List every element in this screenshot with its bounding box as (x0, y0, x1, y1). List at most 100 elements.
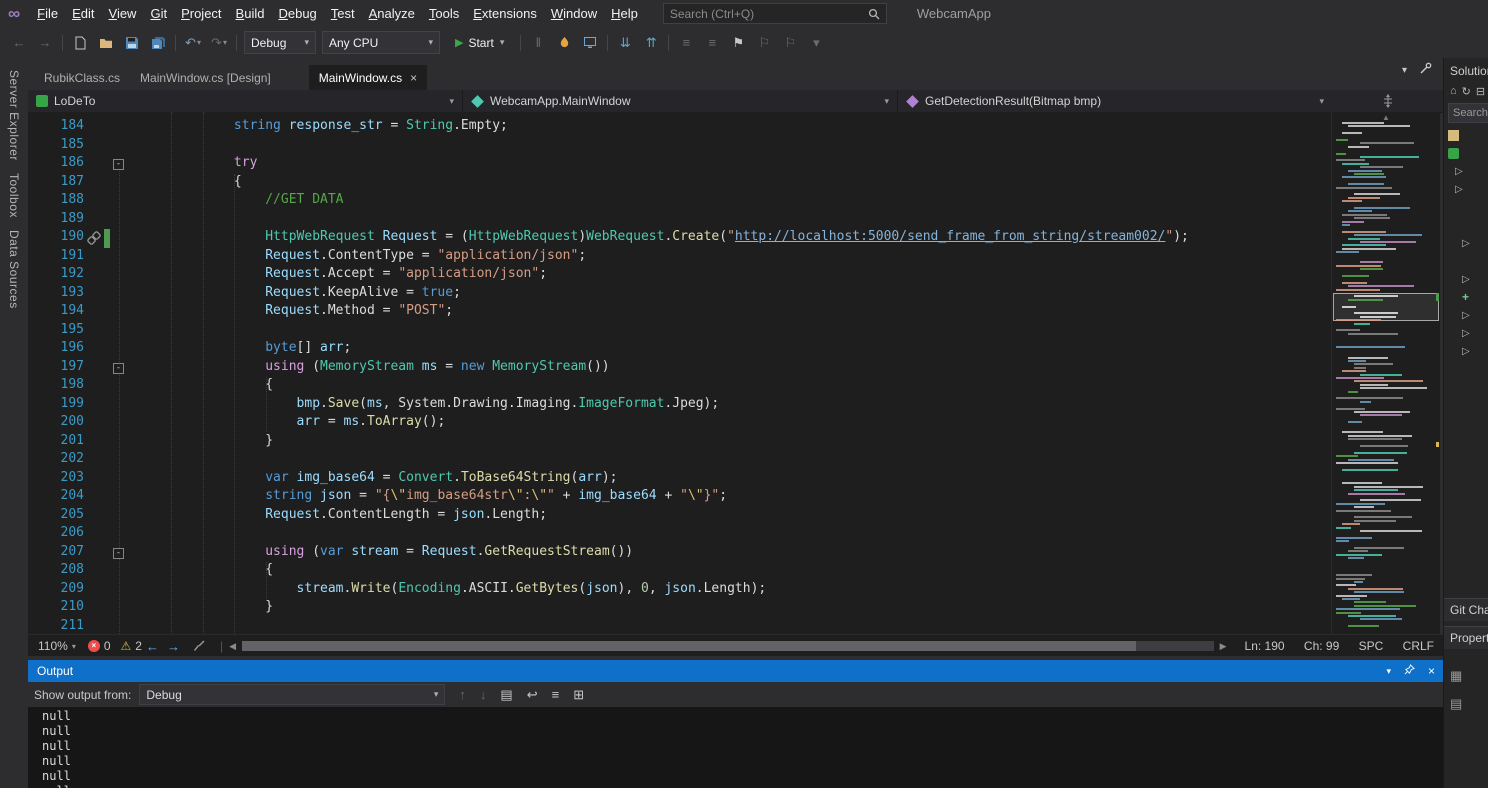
new-file-icon[interactable] (67, 36, 93, 50)
menu-debug[interactable]: Debug (271, 2, 323, 25)
solution-platforms-dropdown[interactable]: Any CPU ▾ (322, 31, 440, 54)
home-icon[interactable]: ⌂ (1450, 85, 1457, 97)
tab-rubikclass-cs[interactable]: RubikClass.cs (34, 65, 130, 90)
code-line-200[interactable]: 200 arr = ms.ToArray(); (28, 414, 1332, 433)
expand-arrow-icon[interactable]: ▷ (1462, 328, 1470, 339)
code-line-208[interactable]: 208 { (28, 562, 1332, 581)
code-line-196[interactable]: 196 byte[] arr; (28, 340, 1332, 359)
close-tab-icon[interactable]: × (410, 71, 417, 85)
side-tab-data-sources[interactable]: Data Sources (7, 230, 21, 309)
error-count[interactable]: 0 (104, 639, 111, 653)
member-dropdown[interactable]: GetDetectionResult(Bitmap bmp) ▾ (898, 90, 1332, 112)
collapse-region-icon[interactable]: - (113, 159, 124, 170)
code-line-184[interactable]: 184 string response_str = String.Empty; (28, 118, 1332, 137)
collapse-region-icon[interactable]: - (113, 362, 124, 374)
save-all-icon[interactable] (145, 36, 171, 50)
error-icon[interactable]: × (87, 640, 100, 652)
code-line-199[interactable]: 199 bmp.Save(ms, System.Drawing.Imaging.… (28, 396, 1332, 415)
output-content[interactable]: nullnullnullnullnullnull (28, 707, 1444, 788)
start-debugging-button[interactable]: ▶ Start ▾ (447, 32, 512, 53)
bookmark-icon[interactable]: ⚑ (725, 35, 751, 51)
next-issue-icon[interactable]: → (167, 639, 180, 654)
publish-icon[interactable]: ⇈ (638, 35, 664, 51)
tools-icon[interactable] (1419, 62, 1432, 80)
code-line-210[interactable]: 210 } (28, 599, 1332, 618)
split-window-handle[interactable] (1332, 90, 1444, 112)
tree-row[interactable]: ▷ (1444, 162, 1488, 180)
code-line-185[interactable]: 185 (28, 137, 1332, 156)
code-line-188[interactable]: 188 //GET DATA (28, 192, 1332, 211)
scroll-up-icon[interactable]: ▲ (1332, 113, 1440, 122)
open-folder-icon[interactable] (93, 36, 119, 50)
git-changes-header[interactable]: Git Changes (1444, 598, 1488, 621)
refresh-icon[interactable]: ↻ (1462, 85, 1471, 98)
next-bookmark-icon[interactable]: ⚐ (777, 35, 803, 51)
collapse-region-icon[interactable]: - (113, 547, 124, 559)
tab-mainwindow-cs-design[interactable]: MainWindow.cs [Design] (130, 65, 281, 90)
horizontal-scrollbar[interactable] (242, 641, 1214, 651)
word-wrap-icon[interactable]: ↩ (527, 687, 538, 703)
line-ending-indicator[interactable]: CRLF (1403, 639, 1434, 653)
output-title-bar[interactable]: Output ▾ × (28, 660, 1444, 682)
solution-search-input[interactable]: Search (1448, 103, 1488, 123)
tree-row[interactable]: ▷ (1444, 180, 1488, 198)
pin-icon[interactable] (1404, 664, 1415, 678)
project-dropdown[interactable]: LoDeTo ▾ (28, 90, 463, 112)
menu-help[interactable]: Help (604, 2, 645, 25)
global-search-input[interactable]: Search (Ctrl+Q) (662, 3, 887, 24)
code-line-190[interactable]: 190 HttpWebRequest Request = (HttpWebReq… (28, 229, 1332, 248)
close-icon[interactable]: × (1428, 664, 1435, 678)
code-line-206[interactable]: 206 (28, 525, 1332, 544)
previous-issue-icon[interactable]: ← (146, 639, 159, 654)
solution-configurations-dropdown[interactable]: Debug ▾ (244, 31, 316, 54)
code-cleanup-icon[interactable] (192, 639, 206, 653)
toggle-lines-icon[interactable]: ≡ (552, 687, 560, 702)
menu-analyze[interactable]: Analyze (362, 2, 422, 25)
menu-window[interactable]: Window (544, 2, 604, 25)
tree-row[interactable]: + (1444, 288, 1488, 306)
code-line-211[interactable]: 211 (28, 618, 1332, 635)
preview-window-icon[interactable] (577, 36, 603, 49)
next-message-icon[interactable]: ↓ (480, 687, 487, 702)
tree-row[interactable]: ▷ (1444, 342, 1488, 360)
indent-less-icon[interactable]: ≡ (673, 35, 699, 50)
build-project-icon[interactable]: ⇊ (612, 35, 638, 51)
clear-all-icon[interactable]: ▤ (500, 687, 512, 703)
navigate-back-icon[interactable]: ← (6, 35, 32, 50)
code-line-205[interactable]: 205 Request.ContentLength = json.Length; (28, 507, 1332, 526)
code-line-209[interactable]: 209 stream.Write(Encoding.ASCII.GetBytes… (28, 581, 1332, 600)
menu-git[interactable]: Git (143, 2, 174, 25)
collapse-all-icon[interactable]: ⊟ (1476, 85, 1485, 98)
undo-icon[interactable]: ↶ ▾ (180, 35, 206, 51)
expand-arrow-icon[interactable]: ▷ (1462, 310, 1470, 321)
scroll-left-icon[interactable]: ◀ (229, 641, 236, 652)
menu-project[interactable]: Project (174, 2, 228, 25)
tab-list-dropdown-icon[interactable]: ▾ (1402, 65, 1407, 76)
expand-arrow-icon[interactable]: ▷ (1462, 238, 1470, 249)
zoom-dropdown[interactable]: 110% ▾ (38, 639, 76, 653)
expand-arrow-icon[interactable]: ▷ (1455, 166, 1463, 177)
window-position-icon[interactable]: ▾ (1386, 666, 1391, 677)
code-line-197[interactable]: 197 - using (MemoryStream ms = new Memory… (28, 359, 1332, 378)
warning-icon[interactable]: ⚠ (121, 639, 132, 653)
expand-arrow-icon[interactable]: ▷ (1462, 274, 1470, 285)
code-line-207[interactable]: 207- using (var stream = Request.GetRequ… (28, 544, 1332, 563)
previous-bookmark-icon[interactable]: ⚐ (751, 35, 777, 51)
tree-row[interactable]: ▷ (1444, 324, 1488, 342)
tree-row[interactable]: ▷ (1444, 234, 1488, 252)
output-source-dropdown[interactable]: Debug ▾ (139, 684, 446, 705)
side-tab-toolbox[interactable]: Toolbox (7, 173, 21, 218)
tree-row[interactable] (1444, 126, 1488, 144)
type-dropdown[interactable]: WebcamApp.MainWindow ▾ (463, 90, 898, 112)
space-indicator[interactable]: SPC (1359, 639, 1384, 653)
menu-edit[interactable]: Edit (65, 2, 101, 25)
code-line-187[interactable]: 187 { (28, 174, 1332, 193)
expand-arrow-icon[interactable]: ▷ (1462, 346, 1470, 357)
scroll-right-icon[interactable]: ▶ (1220, 641, 1227, 652)
navigate-forward-icon[interactable]: → (32, 35, 58, 50)
code-line-186[interactable]: 186 - try (28, 155, 1332, 174)
tree-row[interactable]: ▷ (1444, 270, 1488, 288)
properties-header[interactable]: Properties (1444, 626, 1488, 649)
code-line-203[interactable]: 203 var img_base64 = Convert.ToBase64Str… (28, 470, 1332, 489)
minimap-scrollbar[interactable]: ▲ (1331, 112, 1440, 634)
